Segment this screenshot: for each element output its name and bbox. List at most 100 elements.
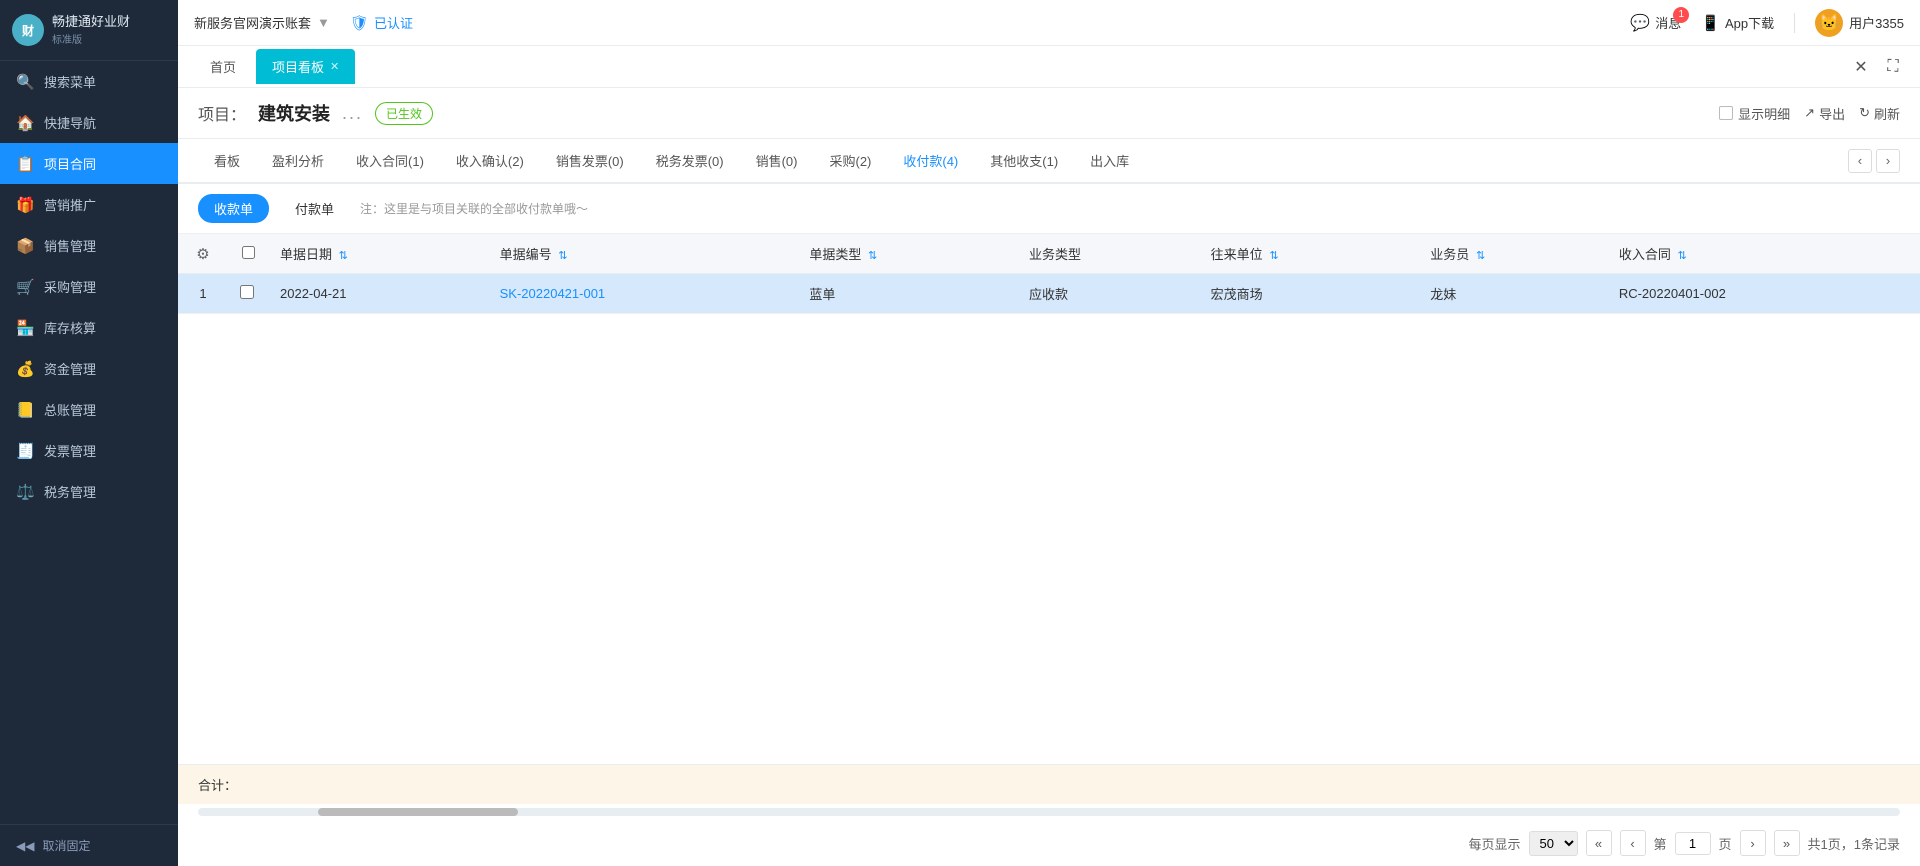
sub-tab-sales-invoice[interactable]: 销售发票(0) — [540, 139, 640, 184]
tab-project-board-label: 项目看板 — [272, 57, 324, 76]
sidebar-item-search[interactable]: 🔍 搜索菜单 — [0, 61, 178, 102]
horizontal-scrollbar[interactable] — [198, 808, 1900, 816]
tab-project-board[interactable]: 项目看板 ✕ — [256, 49, 355, 84]
sub-tab-kanban[interactable]: 看板 — [198, 139, 256, 184]
prev-page-button[interactable]: ‹ — [1620, 830, 1646, 856]
select-all-checkbox[interactable] — [242, 246, 255, 259]
pagination-row: 每页显示 50 « ‹ 第 页 › » 共1页，1条记录 — [178, 820, 1920, 866]
demo-account[interactable]: 新服务官网演示账套 ▼ — [194, 13, 330, 32]
receipt-filter-button[interactable]: 收款单 — [198, 194, 269, 223]
sub-tab-tax-invoice-label: 税务发票(0) — [656, 154, 724, 169]
finance-icon: 💰 — [16, 360, 34, 378]
sidebar-item-inventory[interactable]: 🏪 库存核算 — [0, 307, 178, 348]
app-download-button[interactable]: 📱 App下载 — [1701, 13, 1774, 32]
project-label: 项目： — [198, 101, 246, 125]
dropdown-arrow-icon: ▼ — [317, 15, 330, 30]
sub-tab-profit[interactable]: 盈利分析 — [256, 139, 340, 184]
sidebar-item-tax[interactable]: ⚖️ 税务管理 — [0, 471, 178, 512]
sub-tab-sales-label: 销售(0) — [756, 154, 798, 169]
refresh-label: 刷新 — [1874, 104, 1900, 123]
per-page-select[interactable]: 50 — [1529, 831, 1578, 856]
checkbox-box[interactable] — [1719, 106, 1733, 120]
sidebar-item-purchase[interactable]: 🛒 采购管理 — [0, 266, 178, 307]
row-select-checkbox[interactable] — [240, 285, 254, 299]
table-area: 收款单 付款单 注：这里是与项目关联的全部收付款单哦～ ⚙ 单据日期 — [178, 184, 1920, 866]
sidebar-item-sales[interactable]: 📦 销售管理 — [0, 225, 178, 266]
table-row: 1 2022-04-21 SK-20220421-001 蓝单 应收款 宏茂商场… — [178, 274, 1920, 314]
export-button[interactable]: ↗ 导出 — [1804, 104, 1845, 123]
sub-tab-tax-invoice[interactable]: 税务发票(0) — [640, 139, 740, 184]
sidebar-item-ledger[interactable]: 📒 总账管理 — [0, 389, 178, 430]
col-income-contract[interactable]: 收入合同 ⇅ — [1607, 234, 1920, 274]
col-number[interactable]: 单据编号 ⇅ — [488, 234, 798, 274]
project-actions: 显示明细 ↗ 导出 ↻ 刷新 — [1719, 104, 1900, 123]
sidebar-item-project-contract[interactable]: 📋 项目合同 — [0, 143, 178, 184]
col-select — [228, 234, 268, 274]
col-biz-type-label: 业务类型 — [1029, 247, 1081, 262]
content-tabs: 首页 项目看板 ✕ ✕ ⛶ — [178, 46, 1920, 88]
sidebar-item-quick-nav[interactable]: 🏠 快捷导航 — [0, 102, 178, 143]
sub-tab-other-expense-label: 其他收支(1) — [990, 154, 1058, 169]
payment-filter-button[interactable]: 付款单 — [281, 194, 348, 223]
message-button[interactable]: 💬 消息 1 — [1630, 13, 1681, 33]
sort-number-icon: ⇅ — [558, 250, 567, 262]
project-status-badge: 已生效 — [375, 102, 433, 125]
sidebar-footer-label: 取消固定 — [42, 837, 90, 854]
sidebar: 财 畅捷通好业财 标准版 🔍 搜索菜单 🏠 快捷导航 📋 项目合同 🎁 营销推广… — [0, 0, 178, 866]
project-header: 项目： 建筑安装 ... 已生效 显示明细 ↗ 导出 ↻ 刷新 — [178, 88, 1920, 139]
sub-tab-purchase[interactable]: 采购(2) — [813, 139, 887, 184]
sort-date-icon: ⇅ — [339, 250, 348, 262]
sidebar-item-finance[interactable]: 💰 资金管理 — [0, 348, 178, 389]
col-date[interactable]: 单据日期 ⇅ — [268, 234, 488, 274]
show-detail-label: 显示明细 — [1738, 104, 1790, 123]
sub-tab-next-button[interactable]: › — [1876, 149, 1900, 173]
sub-tab-income-confirm[interactable]: 收入确认(2) — [440, 139, 540, 184]
row-document-link[interactable]: SK-20220421-001 — [500, 286, 606, 301]
sidebar-unpin-button[interactable]: ◀◀ 取消固定 — [0, 824, 178, 866]
next-page-button[interactable]: › — [1740, 830, 1766, 856]
col-salesman[interactable]: 业务员 ⇅ — [1418, 234, 1607, 274]
user-menu[interactable]: 🐱 用户3355 — [1815, 9, 1904, 37]
scrollbar-thumb[interactable] — [318, 808, 518, 816]
topbar: 新服务官网演示账套 ▼ 🛡 已认证 💬 消息 1 📱 App下载 🐱 用户335… — [178, 0, 1920, 46]
sort-type-icon: ⇅ — [868, 250, 877, 262]
export-icon: ↗ — [1804, 105, 1815, 121]
filter-row: 收款单 付款单 注：这里是与项目关联的全部收付款单哦～ — [178, 184, 1920, 234]
sub-tab-purchase-label: 采购(2) — [829, 154, 871, 169]
close-window-button[interactable]: ✕ — [1850, 56, 1872, 78]
sidebar-item-invoice[interactable]: 🧾 发票管理 — [0, 430, 178, 471]
show-detail-checkbox[interactable]: 显示明细 — [1719, 104, 1790, 123]
first-page-button[interactable]: « — [1586, 830, 1612, 856]
data-table: ⚙ 单据日期 ⇅ 单据编号 ⇅ — [178, 234, 1920, 314]
settings-icon[interactable]: ⚙ — [196, 246, 209, 263]
col-type-label: 单据类型 — [809, 247, 861, 262]
sidebar-app-name: 畅捷通好业财 — [52, 14, 130, 31]
refresh-button[interactable]: ↻ 刷新 — [1859, 104, 1900, 123]
total-row: 合计： — [178, 765, 1920, 804]
sub-tab-other-expense[interactable]: 其他收支(1) — [974, 139, 1074, 184]
current-page-input[interactable] — [1675, 832, 1711, 855]
sub-tab-income-contract[interactable]: 收入合同(1) — [340, 139, 440, 184]
user-name: 用户3355 — [1849, 13, 1904, 32]
sub-tab-in-out[interactable]: 出入库 — [1074, 139, 1145, 184]
marketing-icon: 🎁 — [16, 196, 34, 214]
pin-icon: ◀◀ — [16, 839, 34, 853]
last-page-button[interactable]: » — [1774, 830, 1800, 856]
sidebar-header: 财 畅捷通好业财 标准版 — [0, 0, 178, 61]
sub-tab-sales[interactable]: 销售(0) — [740, 139, 814, 184]
sidebar-item-marketing-label: 营销推广 — [44, 195, 96, 214]
sub-tab-prev-button[interactable]: ‹ — [1848, 149, 1872, 173]
col-type[interactable]: 单据类型 ⇅ — [797, 234, 1017, 274]
col-income-contract-label: 收入合同 — [1619, 247, 1671, 262]
col-partner[interactable]: 往来单位 ⇅ — [1199, 234, 1419, 274]
sub-tab-receipt[interactable]: 收付款(4) — [887, 139, 974, 184]
more-options-button[interactable]: ... — [342, 103, 363, 124]
sidebar-item-inventory-label: 库存核算 — [44, 318, 96, 337]
tax-icon: ⚖️ — [16, 483, 34, 501]
sidebar-item-marketing[interactable]: 🎁 营销推广 — [0, 184, 178, 225]
maximize-window-button[interactable]: ⛶ — [1882, 56, 1904, 78]
per-page-label: 每页显示 — [1468, 834, 1520, 853]
tab-close-icon[interactable]: ✕ — [330, 60, 339, 73]
col-biz-type: 业务类型 — [1017, 234, 1199, 274]
tab-home[interactable]: 首页 — [194, 49, 252, 84]
